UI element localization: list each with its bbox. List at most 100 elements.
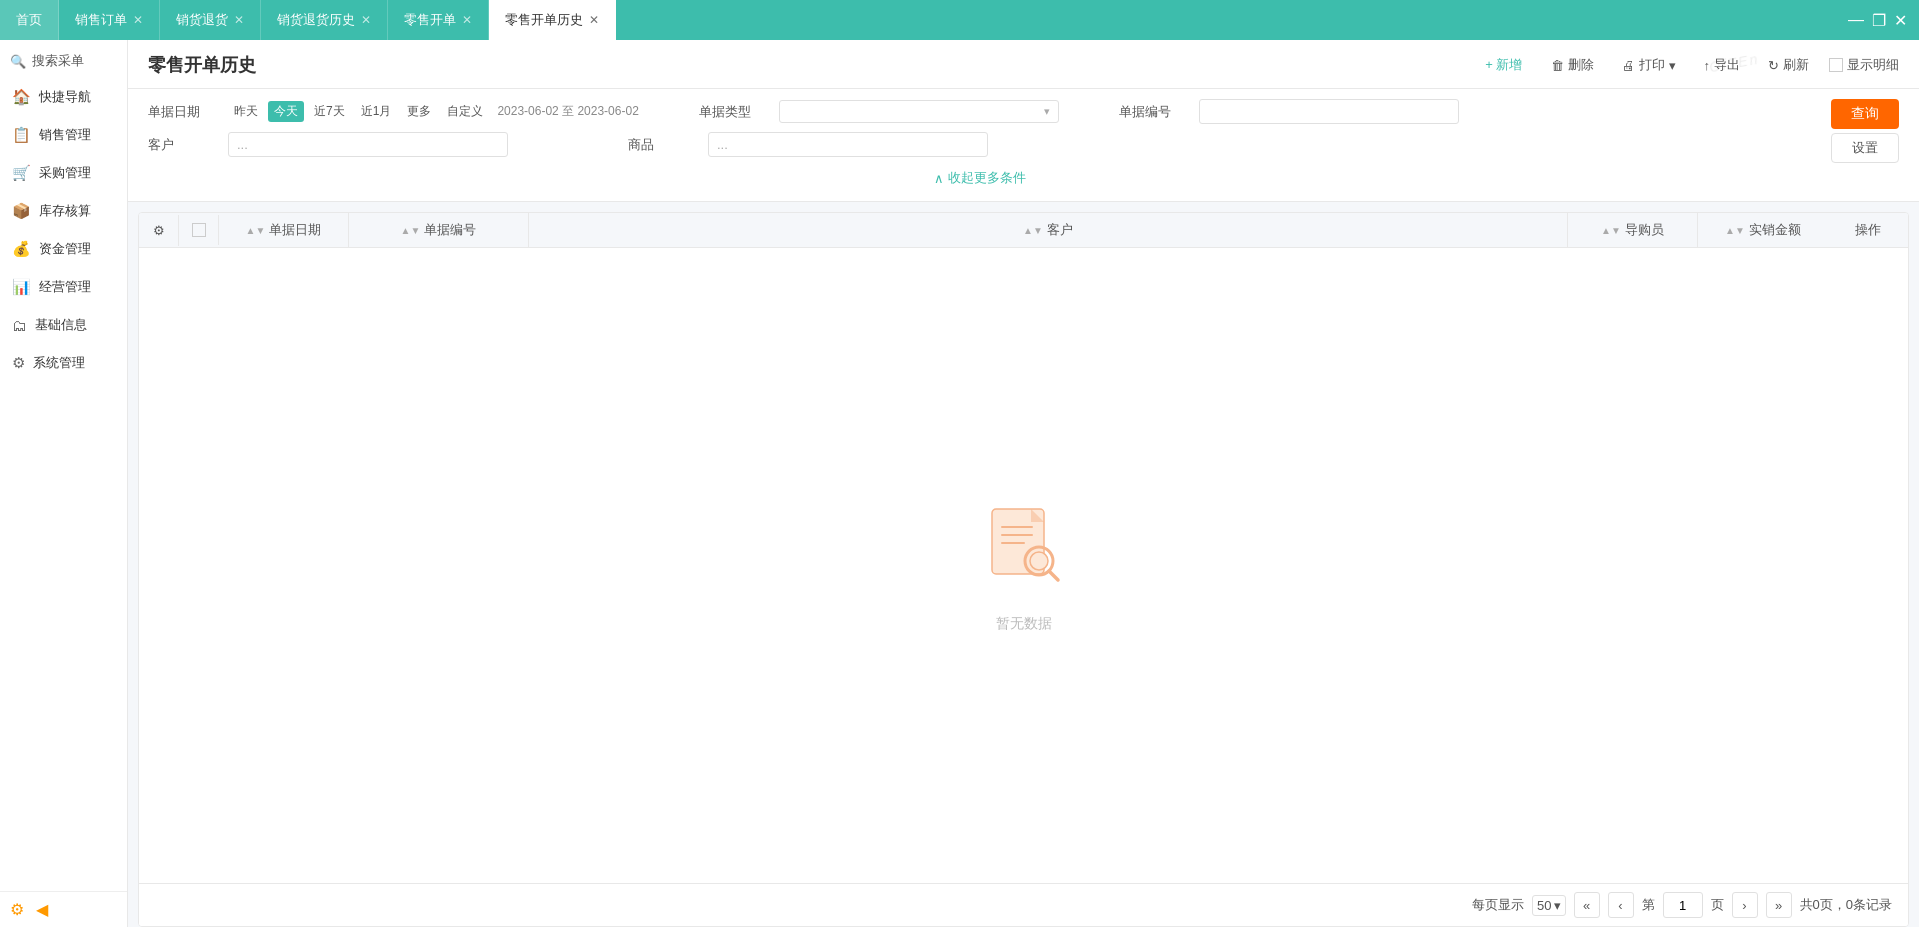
- finance-icon: 💰: [12, 240, 31, 258]
- date-btn-yesterday[interactable]: 昨天: [228, 101, 264, 122]
- page-header: 零售开单历史 + 新增 🗑 删除 🖨 打印 ▾ ↑: [128, 40, 1919, 89]
- th-gear[interactable]: ⚙: [139, 215, 179, 246]
- close-tab-sales-return[interactable]: ✕: [234, 13, 244, 27]
- order-no-input[interactable]: [1199, 99, 1459, 124]
- th-date: ▲▼ 单据日期: [219, 213, 349, 247]
- date-btn-1month[interactable]: 近1月: [355, 101, 398, 122]
- date-filter-label: 单据日期: [148, 103, 208, 121]
- order-type-label: 单据类型: [699, 103, 759, 121]
- collapse-sidebar-icon[interactable]: ◀: [36, 900, 48, 919]
- home-icon: 🏠: [12, 88, 31, 106]
- sidebar-item-system-mgmt[interactable]: ⚙ 系统管理: [0, 344, 127, 382]
- minimize-button[interactable]: —: [1848, 11, 1864, 29]
- toolbar-actions: + 新增 🗑 删除 🖨 打印 ▾ ↑ 导出: [1477, 52, 1899, 78]
- print-arrow-icon: ▾: [1669, 58, 1676, 73]
- refresh-button[interactable]: ↻ 刷新: [1760, 52, 1817, 78]
- basic-info-icon: 🗂: [12, 317, 27, 334]
- order-type-select[interactable]: ▾: [779, 100, 1059, 123]
- th-checkbox[interactable]: [179, 215, 219, 245]
- sidebar-bottom: ⚙ ◀: [0, 891, 127, 927]
- display-column-checkbox[interactable]: [1829, 58, 1843, 72]
- customer-filter-label: 客户: [148, 136, 208, 154]
- first-page-button[interactable]: «: [1574, 892, 1600, 918]
- empty-state: 暂无数据: [139, 248, 1908, 883]
- close-tab-sales-return-history[interactable]: ✕: [361, 13, 371, 27]
- product-filter-label: 商品: [628, 136, 688, 154]
- sort-icon-order-no[interactable]: ▲▼: [401, 225, 421, 236]
- close-tab-retail-open[interactable]: ✕: [462, 13, 472, 27]
- content-area: 零售开单历史 + 新增 🗑 删除 🖨 打印 ▾ ↑: [128, 40, 1919, 927]
- table-header: ⚙ ▲▼ 单据日期 ▲▼ 单据编号 ▲▼ 客户 ▲▼: [139, 213, 1908, 248]
- total-records-text: 共0页，0条记录: [1800, 896, 1892, 914]
- sort-icon-date[interactable]: ▲▼: [246, 225, 266, 236]
- sidebar-item-basic-info[interactable]: 🗂 基础信息: [0, 306, 127, 344]
- date-filter-buttons: 昨天 今天 近7天 近1月 更多 自定义 2023-06-02 至 2023-0…: [228, 101, 639, 122]
- sort-icon-guide[interactable]: ▲▼: [1601, 225, 1621, 236]
- export-icon: ↑: [1704, 58, 1711, 73]
- page-size-arrow-icon: ▾: [1554, 898, 1561, 913]
- more-conditions-button[interactable]: ∧ 收起更多条件: [922, 165, 1038, 191]
- restore-button[interactable]: ❐: [1872, 11, 1886, 30]
- filter-section: 单据日期 昨天 今天 近7天 近1月 更多 自定义 2023-06-02 至 2…: [128, 89, 1919, 202]
- table-area: ⚙ ▲▼ 单据日期 ▲▼ 单据编号 ▲▼ 客户 ▲▼: [138, 212, 1909, 927]
- page-size-select[interactable]: 50 ▾: [1532, 895, 1565, 916]
- system-icon: ⚙: [12, 354, 25, 372]
- th-guide: ▲▼ 导购员: [1568, 213, 1698, 247]
- prev-page-button[interactable]: ‹: [1608, 892, 1634, 918]
- next-page-button[interactable]: ›: [1732, 892, 1758, 918]
- delete-icon: 🗑: [1551, 58, 1564, 73]
- close-tab-sales-order[interactable]: ✕: [133, 13, 143, 27]
- tab-sales-return[interactable]: 销货退货 ✕: [160, 0, 261, 40]
- sidebar-item-purchase-mgmt[interactable]: 🛒 采购管理: [0, 154, 127, 192]
- sidebar-search[interactable]: 🔍 搜索采单: [0, 40, 127, 78]
- search-button[interactable]: 查询: [1831, 99, 1899, 129]
- sidebar-item-quick-nav[interactable]: 🏠 快捷导航: [0, 78, 127, 116]
- order-no-label: 单据编号: [1119, 103, 1179, 121]
- filter-row-2: 客户 ... 商品 ...: [148, 132, 1811, 157]
- current-page-input[interactable]: [1663, 892, 1703, 918]
- select-all-checkbox[interactable]: [192, 223, 206, 237]
- inventory-icon: 📦: [12, 202, 31, 220]
- sidebar: 🔍 搜索采单 🏠 快捷导航 📋 销售管理 🛒 采购管理 📦 库存核算 💰 资金管…: [0, 40, 128, 927]
- th-customer: ▲▼ 客户: [529, 213, 1568, 247]
- sidebar-item-operations-mgmt[interactable]: 📊 经营管理: [0, 268, 127, 306]
- svg-point-6: [1030, 552, 1048, 570]
- close-button[interactable]: ✕: [1894, 11, 1907, 30]
- delete-button[interactable]: 🗑 删除: [1543, 52, 1602, 78]
- display-column-toggle[interactable]: 显示明细: [1829, 56, 1899, 74]
- product-select[interactable]: ...: [708, 132, 988, 157]
- filter-action-buttons: 查询 设置: [1831, 99, 1899, 163]
- setting-button[interactable]: 设置: [1831, 133, 1899, 163]
- sales-icon: 📋: [12, 126, 31, 144]
- window-actions: — ❐ ✕: [1836, 11, 1919, 30]
- date-btn-more[interactable]: 更多: [401, 101, 437, 122]
- gear-icon: ⚙: [153, 223, 165, 238]
- print-icon: 🖨: [1622, 58, 1635, 73]
- order-type-arrow-icon: ▾: [1044, 105, 1050, 118]
- pagination-bar: 每页显示 50 ▾ « ‹ 第 页 › » 共0页，0条记录: [139, 883, 1908, 926]
- close-tab-retail-open-history[interactable]: ✕: [589, 13, 599, 27]
- last-page-button[interactable]: »: [1766, 892, 1792, 918]
- sidebar-item-sales-mgmt[interactable]: 📋 销售管理: [0, 116, 127, 154]
- date-btn-today[interactable]: 今天: [268, 101, 304, 122]
- page-size-label: 每页显示: [1472, 896, 1524, 914]
- tab-sales-order[interactable]: 销售订单 ✕: [59, 0, 160, 40]
- settings-gear-icon[interactable]: ⚙: [10, 900, 24, 919]
- sidebar-item-finance-mgmt[interactable]: 💰 资金管理: [0, 230, 127, 268]
- print-button[interactable]: 🖨 打印 ▾: [1614, 52, 1684, 78]
- date-btn-7days[interactable]: 近7天: [308, 101, 351, 122]
- tab-retail-open[interactable]: 零售开单 ✕: [388, 0, 489, 40]
- customer-select[interactable]: ...: [228, 132, 508, 157]
- date-range-display: 2023-06-02 至 2023-06-02: [497, 103, 638, 120]
- operations-icon: 📊: [12, 278, 31, 296]
- tab-retail-open-history[interactable]: 零售开单历史 ✕: [489, 0, 616, 40]
- new-button[interactable]: + 新增: [1477, 52, 1530, 78]
- sort-icon-customer[interactable]: ▲▼: [1023, 225, 1043, 236]
- date-btn-custom[interactable]: 自定义: [441, 101, 489, 122]
- sidebar-item-inventory[interactable]: 📦 库存核算: [0, 192, 127, 230]
- tab-sales-return-history[interactable]: 销货退货历史 ✕: [261, 0, 388, 40]
- tab-home[interactable]: 首页: [0, 0, 59, 40]
- sort-icon-amount[interactable]: ▲▼: [1725, 225, 1745, 236]
- export-button[interactable]: ↑ 导出: [1696, 52, 1749, 78]
- purchase-icon: 🛒: [12, 164, 31, 182]
